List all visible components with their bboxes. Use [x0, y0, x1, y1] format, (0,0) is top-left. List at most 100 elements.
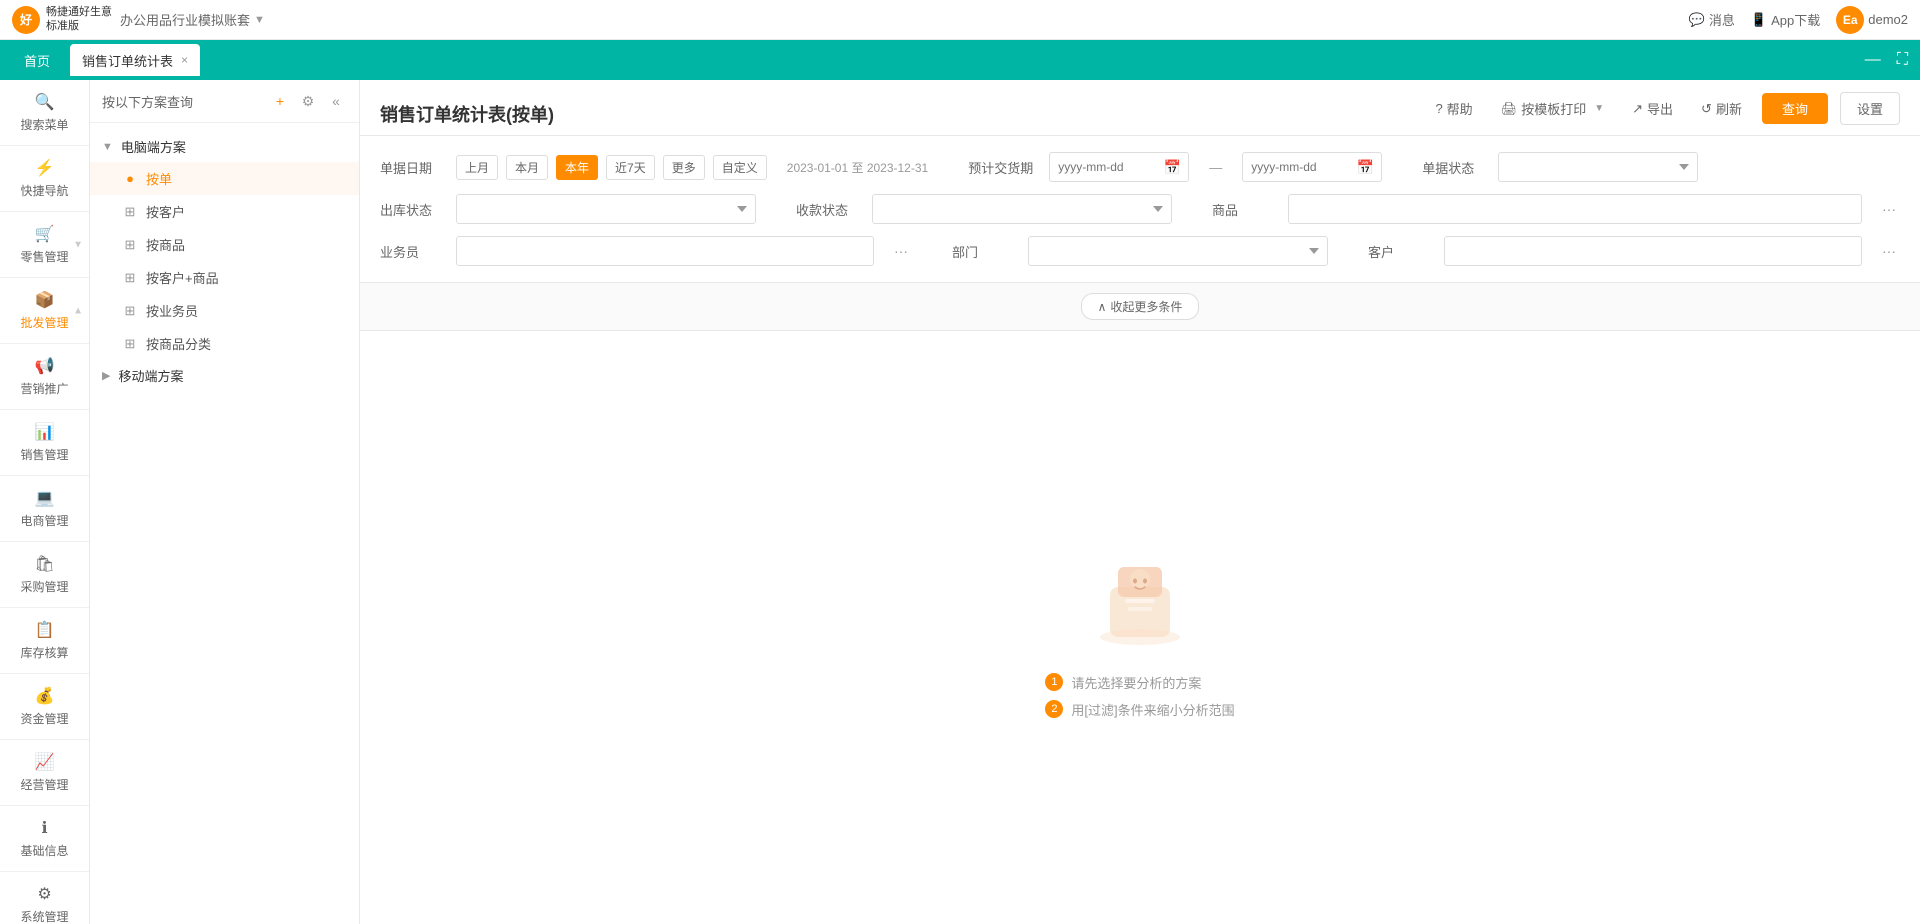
search-button[interactable]: 查询: [1762, 93, 1828, 124]
delivery-date-label: 预计交货期: [968, 158, 1033, 177]
export-button[interactable]: ↗ 导出: [1624, 95, 1681, 122]
main-content: 销售订单统计表(按单) ? 帮助 🖨 按模板打印 ▼ ↗ 导出: [360, 80, 1920, 924]
salesman-input[interactable]: [456, 236, 874, 266]
operations-icon: 📈: [35, 752, 55, 772]
print-icon: 🖨: [1501, 101, 1518, 117]
sidebar: 🔍 搜索菜单 ⚡ 快捷导航 🛒 零售管理 ▼ 📦 批发管理 ▲ 📢 营销推广 📊…: [0, 80, 90, 924]
logo-area: 好 畅捷通好生意 标准版: [12, 6, 112, 34]
goods-input[interactable]: [1288, 194, 1862, 224]
collapse-more-conditions-button[interactable]: ∧ 收起更多条件: [360, 283, 1920, 331]
pc-group-arrow-icon: ▼: [102, 141, 113, 153]
sidebar-item-finance[interactable]: 💰 资金管理: [0, 674, 89, 740]
sidebar-item-operations[interactable]: 📈 经营管理: [0, 740, 89, 806]
date-btn-this-month[interactable]: 本月: [506, 155, 548, 180]
by-order-icon: ●: [122, 171, 138, 187]
calendar-from-icon: 📅: [1164, 159, 1181, 176]
basic-info-icon: ℹ: [41, 818, 47, 838]
salesman-more-icon[interactable]: ···: [890, 243, 912, 259]
tab-sales-order-stats[interactable]: 销售订单统计表 ×: [70, 44, 200, 76]
date-btn-last-month[interactable]: 上月: [456, 155, 498, 180]
date-button-group: 上月 本月 本年 近7天 更多 自定义: [456, 155, 767, 180]
delivery-status-select[interactable]: [456, 194, 756, 224]
sales-icon: 📊: [35, 422, 55, 442]
avatar: Ea: [1836, 6, 1864, 34]
date-btn-this-year[interactable]: 本年: [556, 155, 598, 180]
date-btn-custom[interactable]: 自定义: [713, 155, 767, 180]
customer-input[interactable]: [1444, 236, 1862, 266]
export-icon: ↗: [1632, 101, 1643, 117]
wholesale-arrow-icon: ▲: [73, 305, 83, 316]
breadcrumb: 办公用品行业模拟账套 ▼: [120, 10, 1681, 29]
content-area: 按以下方案查询 + ⚙ « ▼ 电脑端方案 ● 按单: [90, 80, 1920, 924]
sidebar-item-inventory[interactable]: 📋 库存核算: [0, 608, 89, 674]
scheme-item-by-customer-goods[interactable]: ⊞ 按客户+商品: [90, 261, 359, 294]
payment-status-select[interactable]: [872, 194, 1172, 224]
top-right-area: 💬 消息 📱 App下载 Ea demo2: [1689, 6, 1908, 34]
tab-home[interactable]: 首页: [8, 44, 66, 76]
scheme-item-by-order[interactable]: ● 按单: [90, 162, 359, 195]
main-layout: 🔍 搜索菜单 ⚡ 快捷导航 🛒 零售管理 ▼ 📦 批发管理 ▲ 📢 营销推广 📊…: [0, 80, 1920, 924]
scheme-add-button[interactable]: +: [269, 90, 291, 112]
page-header: 销售订单统计表(按单) ? 帮助 🖨 按模板打印 ▼ ↗ 导出: [360, 80, 1920, 136]
filter-row-date: 单据日期 上月 本月 本年 近7天 更多 自定义 2023-01-01 至 20…: [380, 152, 1900, 182]
settings-button[interactable]: 设置: [1840, 92, 1900, 125]
sidebar-item-search[interactable]: 🔍 搜索菜单: [0, 80, 89, 146]
goods-more-icon[interactable]: ···: [1878, 201, 1900, 217]
sidebar-item-basic-info[interactable]: ℹ 基础信息: [0, 806, 89, 872]
filter-row-salesman: 业务员 ··· 部门 客户 ···: [380, 236, 1900, 266]
breadcrumb-dropdown-icon[interactable]: ▼: [254, 14, 265, 26]
help-button[interactable]: ? 帮助: [1427, 95, 1480, 122]
sidebar-item-wholesale[interactable]: 📦 批发管理 ▲: [0, 278, 89, 344]
sidebar-item-marketing[interactable]: 📢 营销推广: [0, 344, 89, 410]
customer-more-icon[interactable]: ···: [1878, 243, 1900, 259]
sidebar-item-system[interactable]: ⚙ 系统管理: [0, 872, 89, 924]
ecommerce-icon: 💻: [35, 488, 55, 508]
scheme-item-by-salesman[interactable]: ⊞ 按业务员: [90, 294, 359, 327]
date-btn-more[interactable]: 更多: [663, 155, 705, 180]
delivery-date-from-wrap: 📅: [1049, 152, 1189, 182]
quick-nav-icon: ⚡: [35, 158, 55, 178]
print-template-button[interactable]: 🖨 按模板打印 ▼: [1493, 95, 1612, 122]
date-filter-label: 单据日期: [380, 158, 440, 177]
scheme-settings-button[interactable]: ⚙: [297, 90, 319, 112]
scheme-group-mobile-title[interactable]: ▶ 移动端方案: [90, 360, 359, 391]
date-btn-7days[interactable]: 近7天: [606, 155, 655, 180]
by-customer-goods-icon: ⊞: [122, 270, 138, 286]
sidebar-item-ecommerce[interactable]: 💻 电商管理: [0, 476, 89, 542]
phone-icon: 📱: [1751, 12, 1767, 28]
user-avatar-area[interactable]: Ea demo2: [1836, 6, 1908, 34]
by-goods-icon: ⊞: [122, 237, 138, 253]
sidebar-item-sales[interactable]: 📊 销售管理: [0, 410, 89, 476]
scheme-group-pc-title[interactable]: ▼ 电脑端方案: [90, 131, 359, 162]
sidebar-item-purchase[interactable]: 🛍 采购管理: [0, 542, 89, 608]
department-select[interactable]: [1028, 236, 1328, 266]
system-icon: ⚙: [37, 884, 51, 904]
tab-maximize-button[interactable]: ⛶: [1893, 47, 1912, 73]
refresh-button[interactable]: ↺ 刷新: [1693, 95, 1750, 122]
sidebar-item-quick-nav[interactable]: ⚡ 快捷导航: [0, 146, 89, 212]
refresh-icon: ↺: [1701, 101, 1712, 117]
message-button[interactable]: 💬 消息: [1689, 10, 1735, 29]
by-customer-icon: ⊞: [122, 204, 138, 220]
status-filter-label: 单据状态: [1422, 158, 1482, 177]
message-icon: 💬: [1689, 12, 1705, 28]
status-select[interactable]: [1498, 152, 1698, 182]
page-title: 销售订单统计表(按单): [380, 101, 1427, 127]
logo-text: 畅捷通好生意 标准版: [46, 6, 112, 32]
mobile-group-arrow-icon: ▶: [102, 369, 110, 382]
goods-filter-label: 商品: [1212, 200, 1272, 219]
empty-tip-2: 2 用[过滤]条件来缩小分析范围: [1045, 700, 1234, 719]
finance-icon: 💰: [35, 686, 55, 706]
empty-state: 1 请先选择要分析的方案 2 用[过滤]条件来缩小分析范围: [360, 331, 1920, 924]
app-download-button[interactable]: 📱 App下载: [1751, 10, 1820, 29]
scheme-item-by-customer[interactable]: ⊞ 按客户: [90, 195, 359, 228]
salesman-label: 业务员: [380, 242, 440, 261]
inventory-icon: 📋: [35, 620, 55, 640]
scheme-collapse-button[interactable]: «: [325, 90, 347, 112]
scheme-item-by-goods[interactable]: ⊞ 按商品: [90, 228, 359, 261]
sidebar-item-retail[interactable]: 🛒 零售管理 ▼: [0, 212, 89, 278]
wholesale-icon: 📦: [35, 290, 55, 310]
tab-close-icon[interactable]: ×: [181, 53, 188, 67]
tab-minimize-button[interactable]: —: [1861, 47, 1885, 73]
scheme-item-by-category[interactable]: ⊞ 按商品分类: [90, 327, 359, 360]
